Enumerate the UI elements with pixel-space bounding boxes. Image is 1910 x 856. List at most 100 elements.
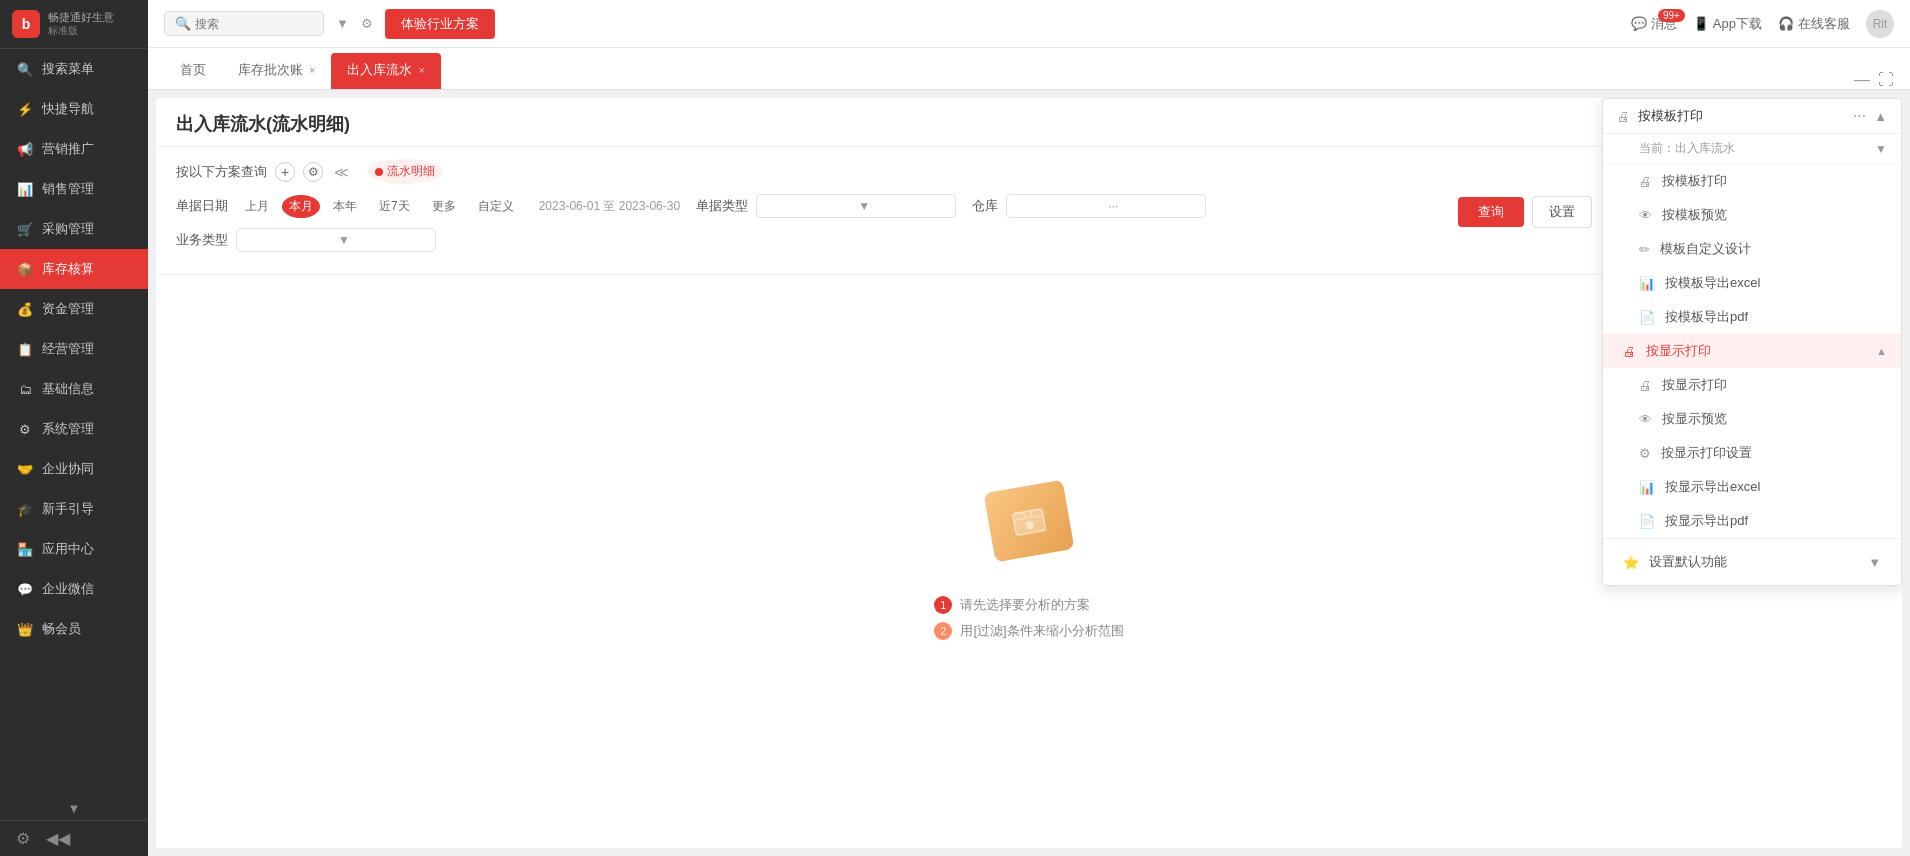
active-filter-tag[interactable]: 流水明细 — [367, 159, 443, 184]
set-default-button[interactable]: ⭐ 设置默认功能 ▼ — [1617, 547, 1887, 577]
query-button[interactable]: 查询 — [1458, 197, 1524, 227]
display-printer-icon: 🖨 — [1623, 344, 1636, 359]
filter-tag-dot — [375, 168, 383, 176]
sidebar-bottom: ⚙ ◀◀ — [0, 820, 148, 856]
dropdown-chevron-up-icon[interactable]: ▲ — [1874, 109, 1887, 124]
sidebar-item-label: 采购管理 — [42, 220, 94, 238]
wechat-icon: 💬 — [16, 580, 34, 598]
tab-batch-close[interactable]: × — [309, 64, 315, 76]
dropdown-template-print[interactable]: 🖨 按模板打印 — [1603, 164, 1901, 198]
cooperation-icon: 🤝 — [16, 460, 34, 478]
date-tab-this-month[interactable]: 本月 — [282, 195, 320, 218]
doc-type-filter: 单据类型 ▼ — [696, 194, 956, 218]
online-service-button[interactable]: 🎧 在线客服 — [1778, 15, 1850, 33]
sidebar-item-system[interactable]: ⚙ 系统管理 — [0, 409, 148, 449]
collapse-sidebar-icon[interactable]: ◀◀ — [46, 829, 70, 848]
sidebar-item-marketing[interactable]: 📢 营销推广 — [0, 129, 148, 169]
template-pdf-label: 按模板导出pdf — [1665, 308, 1748, 326]
empty-step-1: 1 请先选择要分析的方案 — [934, 596, 1123, 614]
dropdown-template-export-pdf[interactable]: 📄 按模板导出pdf — [1603, 300, 1901, 334]
tab-flow[interactable]: 出入库流水 × — [331, 53, 440, 89]
sidebar-item-member[interactable]: 👑 畅会员 — [0, 609, 148, 649]
sidebar-item-sales[interactable]: 📊 销售管理 — [0, 169, 148, 209]
template-preview-label: 按模板预览 — [1662, 206, 1727, 224]
sidebar-item-purchase[interactable]: 🛒 采购管理 — [0, 209, 148, 249]
sidebar-item-finance[interactable]: 💰 资金管理 — [0, 289, 148, 329]
sidebar-item-shortcut[interactable]: ⚡ 快捷导航 — [0, 89, 148, 129]
sidebar-item-label: 营销推广 — [42, 140, 94, 158]
date-tab-custom[interactable]: 自定义 — [469, 195, 523, 218]
empty-step-2-text: 用[过滤]条件来缩小分析范围 — [960, 622, 1123, 640]
sidebar-item-basic[interactable]: 🗂 基础信息 — [0, 369, 148, 409]
sidebar-item-newbie[interactable]: 🎓 新手引导 — [0, 489, 148, 529]
search-input[interactable] — [195, 17, 295, 31]
sidebar-item-operations[interactable]: 📋 经营管理 — [0, 329, 148, 369]
filter-collapse-button[interactable]: ≪ — [331, 162, 351, 182]
date-tab-7days[interactable]: 近7天 — [370, 195, 419, 218]
dropdown-display-print[interactable]: 🖨 按显示打印 — [1603, 368, 1901, 402]
display-excel-icon: 📊 — [1639, 480, 1655, 495]
topbar-dropdown-icon[interactable]: ▼ — [336, 16, 349, 31]
app-download-button[interactable]: 📱 App下载 — [1693, 15, 1762, 33]
display-print-chevron: ▲ — [1876, 345, 1887, 357]
date-tab-more[interactable]: 更多 — [423, 195, 465, 218]
dropdown-template-custom-design[interactable]: ✏ 模板自定义设计 — [1603, 232, 1901, 266]
tab-minimize-icon[interactable]: — — [1854, 71, 1870, 89]
sidebar-item-appcenter[interactable]: 🏪 应用中心 — [0, 529, 148, 569]
dropdown-more-icon[interactable]: ··· — [1853, 107, 1866, 125]
date-tab-last-month[interactable]: 上月 — [236, 195, 278, 218]
settings-gear-icon[interactable]: ⚙ — [16, 829, 30, 848]
sidebar-item-cooperation[interactable]: 🤝 企业协同 — [0, 449, 148, 489]
filter-settings-button[interactable]: ⚙ — [303, 162, 323, 182]
dropdown-display-export-excel[interactable]: 📊 按显示导出excel — [1603, 470, 1901, 504]
biz-type-select[interactable]: ▼ — [236, 228, 436, 252]
dropdown-display-print-section[interactable]: 🖨 按显示打印 ▲ — [1603, 334, 1901, 368]
dropdown-template-export-excel[interactable]: 📊 按模板导出excel — [1603, 266, 1901, 300]
set-default-chevron: ▼ — [1868, 555, 1881, 570]
display-print-settings-label: 按显示打印设置 — [1661, 444, 1752, 462]
display-excel-label: 按显示导出excel — [1665, 478, 1760, 496]
industry-solution-button[interactable]: 体验行业方案 — [385, 9, 495, 39]
app-logo-icon: b — [12, 10, 40, 38]
app-tag: 标准版 — [48, 24, 114, 38]
tab-batch[interactable]: 库存批次账 × — [222, 53, 331, 89]
dropdown-display-export-pdf[interactable]: 📄 按显示导出pdf — [1603, 504, 1901, 538]
sidebar-item-search[interactable]: 🔍 搜索菜单 — [0, 49, 148, 89]
sidebar-item-label: 企业协同 — [42, 460, 94, 478]
date-field-label: 单据日期 — [176, 197, 228, 215]
empty-step-2: 2 用[过滤]条件来缩小分析范围 — [934, 622, 1123, 640]
sidebar-item-label: 新手引导 — [42, 500, 94, 518]
sidebar-item-inventory[interactable]: 📦 库存核算 — [0, 249, 148, 289]
member-icon: 👑 — [16, 620, 34, 638]
doc-type-label: 单据类型 — [696, 197, 748, 215]
purchase-icon: 🛒 — [16, 220, 34, 238]
date-tabs: 上月 本月 本年 近7天 更多 自定义 — [236, 195, 523, 218]
dropdown-display-preview[interactable]: 👁 按显示预览 — [1603, 402, 1901, 436]
tab-home[interactable]: 首页 — [164, 53, 222, 89]
tab-maximize-icon[interactable]: ⛶ — [1878, 71, 1894, 89]
dropdown-display-print-settings[interactable]: ⚙ 按显示打印设置 — [1603, 436, 1901, 470]
display-print-label: 按显示打印 — [1662, 376, 1727, 394]
message-button[interactable]: 💬 消息 99+ — [1631, 15, 1677, 33]
topbar-settings-icon[interactable]: ⚙ — [361, 16, 373, 31]
user-avatar[interactable]: Rit — [1866, 10, 1894, 38]
topbar-search-box[interactable]: 🔍 — [164, 11, 324, 36]
filter-add-button[interactable]: + — [275, 162, 295, 182]
sidebar-scroll-down[interactable]: ▼ — [0, 797, 148, 820]
sidebar-item-wechat[interactable]: 💬 企业微信 — [0, 569, 148, 609]
display-print-section-label: 🖨 按显示打印 — [1623, 342, 1711, 360]
tab-flow-close[interactable]: × — [418, 64, 424, 76]
tab-home-label: 首页 — [180, 61, 206, 79]
doc-type-select[interactable]: ▼ — [756, 194, 956, 218]
date-tab-this-year[interactable]: 本年 — [324, 195, 366, 218]
settings-button[interactable]: 设置 — [1532, 196, 1592, 228]
filter-query-label: 按以下方案查询 — [176, 163, 267, 181]
dropdown-template-preview[interactable]: 👁 按模板预览 — [1603, 198, 1901, 232]
finance-icon: 💰 — [16, 300, 34, 318]
printer-section-icon: 🖨 — [1617, 109, 1630, 124]
dropdown-template-print-header[interactable]: 🖨 按模板打印 ··· ▲ — [1603, 99, 1901, 134]
template-excel-label: 按模板导出excel — [1665, 274, 1760, 292]
warehouse-select[interactable]: ··· — [1006, 194, 1206, 218]
sidebar-item-label: 搜索菜单 — [42, 60, 94, 78]
tab-batch-label: 库存批次账 — [238, 61, 303, 79]
